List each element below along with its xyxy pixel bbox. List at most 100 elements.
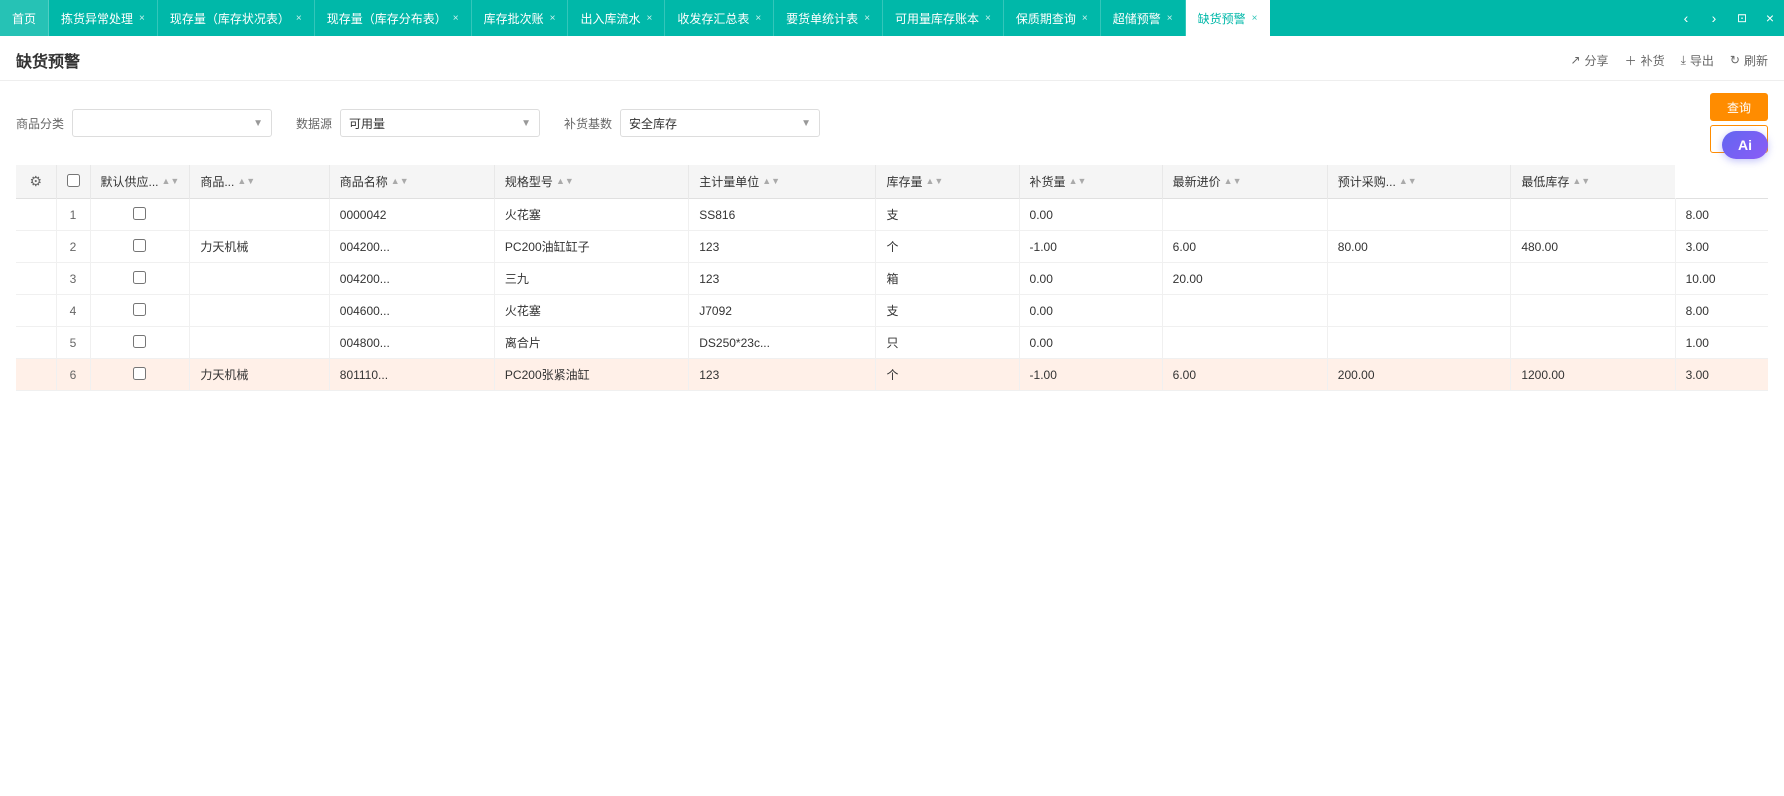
nav-prev-arrow[interactable]: ‹ — [1672, 0, 1700, 36]
th-goods-name[interactable]: 商品名称 ▲▼ — [329, 165, 494, 199]
sort-icon-code: ▲▼ — [237, 177, 255, 186]
row-name-0: 火花塞 — [494, 199, 688, 231]
nav-tab-6[interactable]: 收发存汇总表 × — [665, 0, 774, 36]
nav-tab-5[interactable]: 出入库流水 × — [568, 0, 665, 36]
nav-next-arrow[interactable]: › — [1700, 0, 1728, 36]
row-code-0: 0000042 — [329, 199, 494, 231]
row-estimated-1: 480.00 — [1511, 231, 1675, 263]
row-spec-0: SS816 — [689, 199, 876, 231]
th-replenish-qty[interactable]: 补货量 ▲▼ — [1019, 165, 1162, 199]
row-unit-5: 个 — [876, 359, 1019, 391]
nav-tab-10-label: 超储预警 — [1113, 10, 1161, 27]
row-unit-1: 个 — [876, 231, 1019, 263]
row-checkbox-4[interactable] — [133, 335, 146, 348]
th-default-supplier[interactable]: 默认供应... ▲▼ — [90, 165, 190, 199]
row-estimated-0 — [1511, 199, 1675, 231]
nav-tab-9[interactable]: 保质期查询 × — [1004, 0, 1101, 36]
category-select[interactable]: ▼ — [72, 109, 272, 137]
nav-tab-11[interactable]: 缺货预警 × — [1186, 0, 1271, 36]
nav-tab-7[interactable]: 要货单统计表 × — [774, 0, 883, 36]
datasource-select[interactable]: 可用量 ▼ — [340, 109, 540, 137]
row-checkbox-cell-3 — [90, 295, 190, 327]
row-estimated-2 — [1511, 263, 1675, 295]
nav-tab-home[interactable]: 首页 — [0, 0, 49, 36]
share-button[interactable]: ↗ 分享 — [1570, 52, 1608, 69]
th-estimated-purchase[interactable]: 预计采购... ▲▼ — [1327, 165, 1511, 199]
row-checkbox-2[interactable] — [133, 271, 146, 284]
row-code-3: 004600... — [329, 295, 494, 327]
row-stock-2: 0.00 — [1019, 263, 1162, 295]
select-all-checkbox[interactable] — [67, 174, 80, 187]
nav-tab-11-label: 缺货预警 — [1198, 10, 1246, 27]
nav-tab-8[interactable]: 可用量库存账本 × — [883, 0, 1004, 36]
nav-tab-9-close[interactable]: × — [1082, 13, 1088, 24]
nav-tab-4-close[interactable]: × — [550, 13, 556, 24]
sort-icon-min-stock: ▲▼ — [1572, 177, 1590, 186]
th-gear: ⚙ — [16, 165, 56, 199]
nav-tab-8-close[interactable]: × — [985, 13, 991, 24]
sort-icon-supplier: ▲▼ — [162, 177, 180, 186]
replenish-button[interactable]: ＋ 补货 — [1625, 52, 1665, 69]
nav-tab-10-close[interactable]: × — [1167, 13, 1173, 24]
page-content: 缺货预警 ↗ 分享 ＋ 补货 ⤓ 导出 ↻ 刷新 商品分类 — [0, 36, 1784, 796]
row-min-stock-5: 3.00 — [1675, 359, 1768, 391]
refresh-button[interactable]: ↻ 刷新 — [1730, 52, 1768, 69]
nav-close-btn[interactable]: × — [1756, 0, 1784, 36]
row-checkbox-5[interactable] — [133, 367, 146, 380]
th-spec[interactable]: 规格型号 ▲▼ — [494, 165, 688, 199]
nav-tab-5-close[interactable]: × — [646, 13, 652, 24]
nav-tab-7-close[interactable]: × — [864, 13, 870, 24]
nav-tab-11-close[interactable]: × — [1252, 13, 1258, 24]
row-min-stock-1: 3.00 — [1675, 231, 1768, 263]
nav-tab-2[interactable]: 现存量（库存状况表） × — [158, 0, 315, 36]
nav-tab-2-close[interactable]: × — [296, 13, 302, 24]
row-checkbox-cell-1 — [90, 231, 190, 263]
nav-restore-btn[interactable]: ⊡ — [1728, 0, 1756, 36]
nav-tab-4-label: 库存批次账 — [484, 10, 544, 27]
nav-tab-3-close[interactable]: × — [453, 13, 459, 24]
sort-icon-stock: ▲▼ — [925, 177, 943, 186]
refresh-icon: ↻ — [1730, 53, 1740, 67]
nav-tab-6-close[interactable]: × — [755, 13, 761, 24]
query-button[interactable]: 查询 — [1710, 93, 1768, 121]
nav-tab-2-label: 现存量（库存状况表） — [170, 10, 290, 27]
row-name-4: 离合片 — [494, 327, 688, 359]
row-checkbox-3[interactable] — [133, 303, 146, 316]
table-body: 1 0000042 火花塞 SS816 支 0.00 8.00 2 力天机械 0… — [16, 199, 1768, 391]
row-gear-5 — [16, 359, 56, 391]
row-code-2: 004200... — [329, 263, 494, 295]
row-checkbox-0[interactable] — [133, 207, 146, 220]
nav-tab-10[interactable]: 超储预警 × — [1101, 0, 1186, 36]
table-row: 6 力天机械 801110... PC200张紧油缸 123 个 -1.00 6… — [16, 359, 1768, 391]
row-replenish-qty-1: 6.00 — [1162, 231, 1327, 263]
replenish-base-select[interactable]: 安全库存 ▼ — [620, 109, 820, 137]
table-row: 1 0000042 火花塞 SS816 支 0.00 8.00 — [16, 199, 1768, 231]
row-name-1: PC200油缸缸子 — [494, 231, 688, 263]
ai-button[interactable]: Ai — [1722, 131, 1768, 159]
row-checkbox-cell-0 — [90, 199, 190, 231]
row-checkbox-1[interactable] — [133, 239, 146, 252]
nav-tab-3-label: 现存量（库存分布表） — [327, 10, 447, 27]
table-row: 5 004800... 离合片 DS250*23c... 只 0.00 1.00 — [16, 327, 1768, 359]
gear-settings-icon[interactable]: ⚙ — [29, 173, 42, 189]
replenish-base-label: 补货基数 — [564, 115, 612, 132]
th-unit[interactable]: 主计量单位 ▲▼ — [689, 165, 876, 199]
th-goods-code[interactable]: 商品... ▲▼ — [190, 165, 329, 199]
nav-tab-1-close[interactable]: × — [139, 13, 145, 24]
th-latest-price[interactable]: 最新进价 ▲▼ — [1162, 165, 1327, 199]
nav-tab-8-label: 可用量库存账本 — [895, 10, 979, 27]
th-stock[interactable]: 库存量 ▲▼ — [876, 165, 1019, 199]
row-unit-0: 支 — [876, 199, 1019, 231]
nav-tab-9-label: 保质期查询 — [1016, 10, 1076, 27]
nav-tab-3[interactable]: 现存量（库存分布表） × — [315, 0, 472, 36]
export-button[interactable]: ⤓ 导出 — [1681, 52, 1714, 69]
sort-icon-estimated: ▲▼ — [1399, 177, 1417, 186]
nav-tab-1[interactable]: 拣货异常处理 × — [49, 0, 158, 36]
page-header: 缺货预警 ↗ 分享 ＋ 补货 ⤓ 导出 ↻ 刷新 — [0, 36, 1784, 81]
table-row: 4 004600... 火花塞 J7092 支 0.00 8.00 — [16, 295, 1768, 327]
nav-tab-4[interactable]: 库存批次账 × — [472, 0, 569, 36]
filter-bar: 商品分类 ▼ 数据源 可用量 ▼ 补货基数 安全库存 ▼ 查询 设置 — [0, 81, 1784, 165]
row-code-4: 004800... — [329, 327, 494, 359]
row-spec-3: J7092 — [689, 295, 876, 327]
th-min-stock[interactable]: 最低库存 ▲▼ — [1511, 165, 1675, 199]
